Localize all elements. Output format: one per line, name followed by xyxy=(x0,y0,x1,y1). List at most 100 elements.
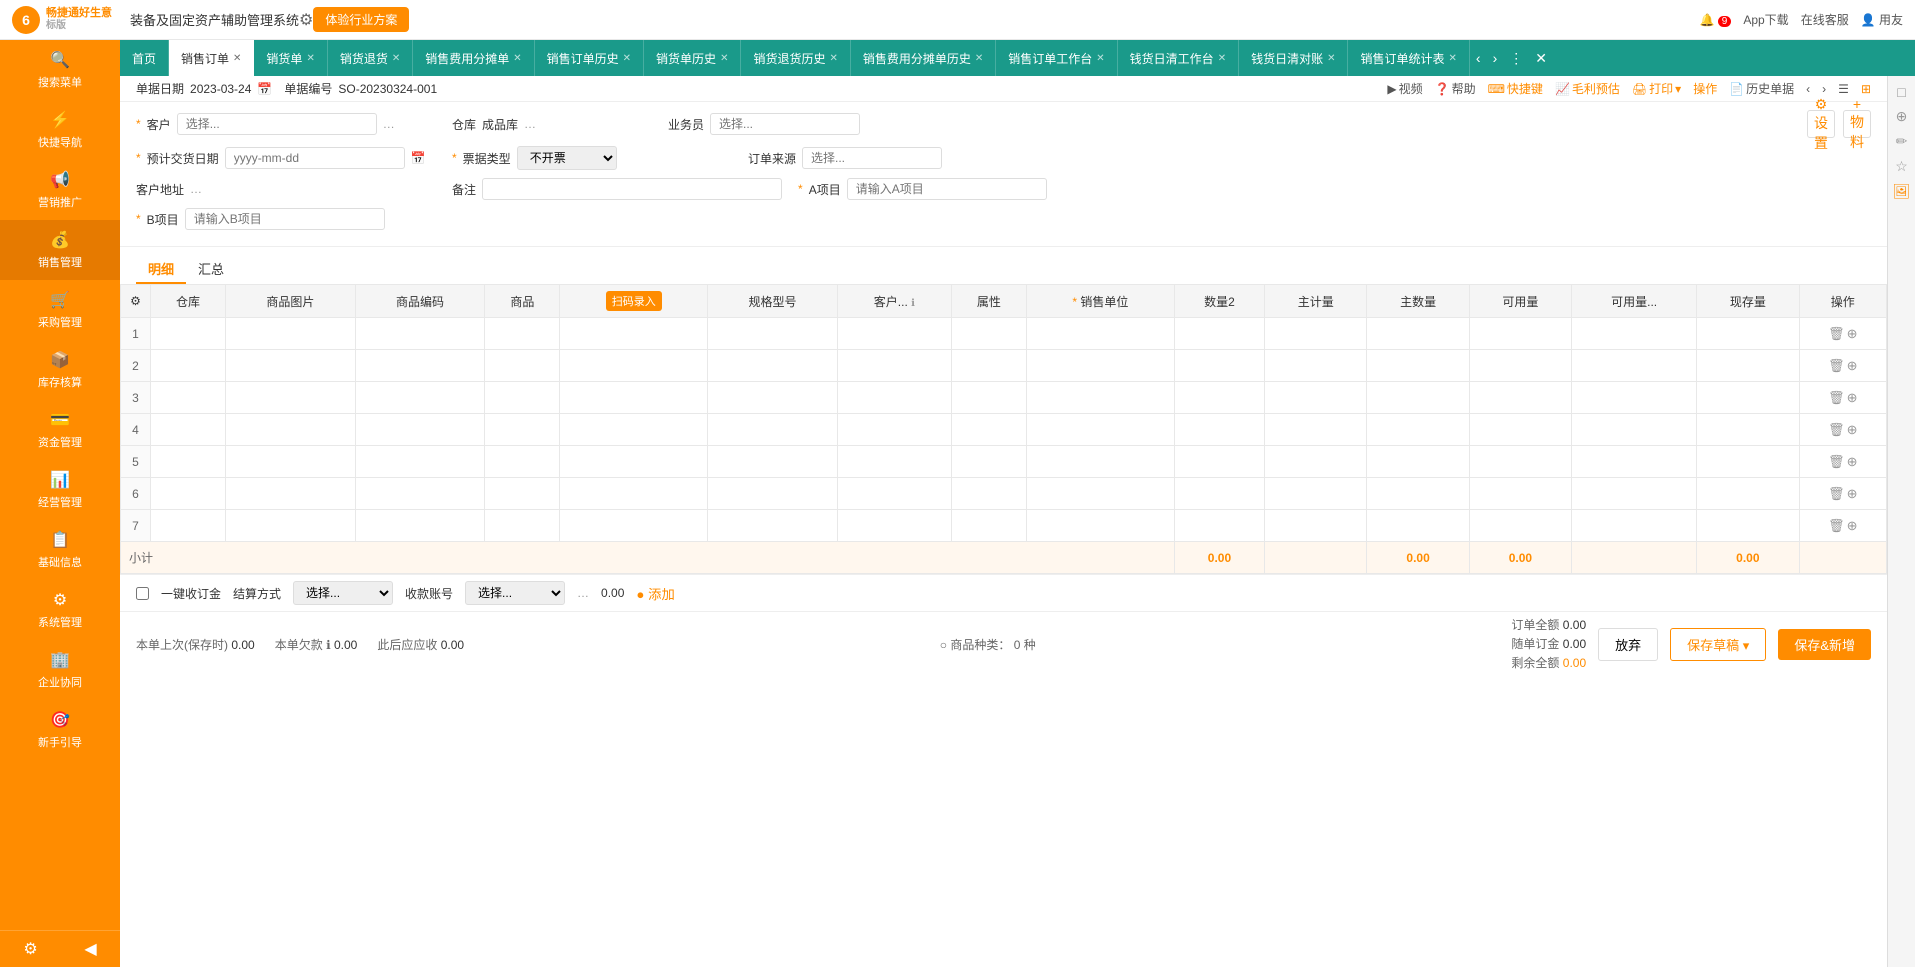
row-copy-btn-5[interactable]: ⊕ xyxy=(1847,454,1858,470)
next-record-btn[interactable]: › xyxy=(1822,82,1826,96)
delivery-input[interactable] xyxy=(225,147,405,169)
row-attr-1[interactable] xyxy=(951,318,1026,350)
panel-icon-1[interactable]: □ xyxy=(1897,84,1905,100)
ops-btn[interactable]: 操作 xyxy=(1693,80,1717,97)
customer-input[interactable] xyxy=(177,113,377,135)
row-copy-btn-1[interactable]: ⊕ xyxy=(1847,326,1858,342)
tab-sales-slip[interactable]: 销货单 ✕ xyxy=(254,40,327,76)
row-copy-btn-4[interactable]: ⊕ xyxy=(1847,422,1858,438)
row-available-1[interactable] xyxy=(1469,318,1571,350)
row-delete-btn-7[interactable]: 🗑 xyxy=(1828,518,1845,534)
sidebar-settings-icon[interactable]: ⚙ xyxy=(23,939,37,959)
col-main-unit[interactable]: 主计量 xyxy=(1265,285,1367,318)
sidebar-item-quick[interactable]: ⚡ 快捷导航 xyxy=(0,100,120,160)
settings-panel-btn[interactable]: ⚙ 设置 xyxy=(1807,110,1835,138)
remark-input[interactable] xyxy=(482,178,782,200)
list-view-btn[interactable]: ☰ xyxy=(1838,82,1849,96)
sidebar-item-enterprise[interactable]: 🏢 企业协同 xyxy=(0,640,120,700)
help-btn[interactable]: ❓ 帮助 xyxy=(1435,80,1476,97)
tab-prev-button[interactable]: ‹ xyxy=(1470,50,1487,66)
row-delete-btn-6[interactable]: 🗑 xyxy=(1828,486,1845,502)
tab-sales-stats[interactable]: 销售订单统计表 ✕ xyxy=(1348,40,1469,76)
form-view-btn[interactable]: ⊞ xyxy=(1861,82,1871,96)
tab-close-icon[interactable]: ✕ xyxy=(392,53,400,64)
tab-sales-history[interactable]: 销售订单历史 ✕ xyxy=(535,40,644,76)
panel-icon-4[interactable]: ☆ xyxy=(1895,158,1908,175)
col-warehouse[interactable]: 仓库 xyxy=(151,285,226,318)
profit-btn[interactable]: 📈 毛利预估 xyxy=(1555,80,1620,97)
tab-more-button[interactable]: ⋮ xyxy=(1503,50,1529,67)
sidebar-item-marketing[interactable]: 📢 营销推广 xyxy=(0,160,120,220)
row-main-unit-1[interactable] xyxy=(1265,318,1367,350)
quick-order-checkbox[interactable] xyxy=(136,587,149,600)
row-main-qty-1[interactable] xyxy=(1367,318,1469,350)
sidebar-item-system[interactable]: ⚙ 系统管理 xyxy=(0,580,120,640)
sidebar-item-operation[interactable]: 📊 经营管理 xyxy=(0,460,120,520)
discard-button[interactable]: 放弃 xyxy=(1598,628,1658,661)
tab-sales-return-history[interactable]: 销货退货历史 ✕ xyxy=(741,40,850,76)
col-qty2[interactable]: 数量2 xyxy=(1174,285,1264,318)
tab-sales-return[interactable]: 销货退货 ✕ xyxy=(328,40,413,76)
row-copy-btn-6[interactable]: ⊕ xyxy=(1847,486,1858,502)
tab-close-icon[interactable]: ✕ xyxy=(720,53,728,64)
order-source-input[interactable] xyxy=(802,147,942,169)
tab-close-icon[interactable]: ✕ xyxy=(975,53,983,64)
invoice-select[interactable]: 不开票 xyxy=(517,146,617,170)
app-download-link[interactable]: App下载 xyxy=(1743,11,1788,28)
sidebar-item-sales[interactable]: 💰 销售管理 xyxy=(0,220,120,280)
tab-close-icon[interactable]: ✕ xyxy=(1327,53,1335,64)
row-delete-btn-2[interactable]: 🗑 xyxy=(1828,358,1845,374)
col-scan[interactable]: 扫码录入 xyxy=(560,285,708,318)
tab-sales-fee-split[interactable]: 销售费用分摊单 ✕ xyxy=(413,40,534,76)
sidebar-item-capital[interactable]: 💳 资金管理 xyxy=(0,400,120,460)
tab-sales-slip-history[interactable]: 销货单历史 ✕ xyxy=(644,40,741,76)
panel-icon-2[interactable]: ⊕ xyxy=(1896,108,1908,125)
prev-record-btn[interactable]: ‹ xyxy=(1806,82,1810,96)
detail-tab-summary[interactable]: 汇总 xyxy=(186,255,236,284)
sidebar-item-purchase[interactable]: 🛒 采购管理 xyxy=(0,280,120,340)
row-warehouse-1[interactable] xyxy=(151,318,226,350)
calendar-icon[interactable]: 📅 xyxy=(257,82,272,96)
tab-sales-order[interactable]: 销售订单 ✕ xyxy=(169,40,254,76)
col-unit[interactable]: * 销售单位 xyxy=(1026,285,1174,318)
col-main-qty[interactable]: 主数量 xyxy=(1367,285,1469,318)
tab-close-icon[interactable]: ✕ xyxy=(1218,53,1226,64)
gear-button[interactable]: ⚙ xyxy=(299,10,313,30)
tab-close-icon[interactable]: ✕ xyxy=(623,53,631,64)
warehouse-more-icon[interactable]: … xyxy=(524,117,536,131)
detail-tab-detail[interactable]: 明细 xyxy=(136,255,186,284)
row-stock-1[interactable] xyxy=(1697,318,1799,350)
tab-close-icon[interactable]: ✕ xyxy=(513,53,521,64)
customer-more-icon[interactable]: … xyxy=(383,117,395,131)
tab-cash-reconcile[interactable]: 钱货日清对账 ✕ xyxy=(1239,40,1348,76)
panel-icon-5[interactable]: 🖼 xyxy=(1893,183,1911,200)
b-project-input[interactable] xyxy=(185,208,385,230)
user-avatar[interactable]: 👤 用友 xyxy=(1861,11,1903,28)
tab-close-all-button[interactable]: ✕ xyxy=(1529,50,1553,67)
print-btn[interactable]: 🖨 打印 ▾ xyxy=(1632,80,1681,97)
account-select[interactable]: 选择... xyxy=(465,581,565,605)
row-unit-1[interactable] xyxy=(1026,318,1174,350)
account-more-icon[interactable]: … xyxy=(577,586,589,600)
salesperson-input[interactable] xyxy=(710,113,860,135)
tab-close-icon[interactable]: ✕ xyxy=(1449,53,1457,64)
industry-solution-button[interactable]: 体验行业方案 xyxy=(313,7,409,32)
add-payment-btn[interactable]: ● 添加 xyxy=(636,584,674,603)
tab-close-icon[interactable]: ✕ xyxy=(306,53,314,64)
sidebar-item-basic[interactable]: 📋 基础信息 xyxy=(0,520,120,580)
row-customer-code-1[interactable] xyxy=(837,318,951,350)
col-available[interactable]: 可用量 xyxy=(1469,285,1571,318)
row-copy-btn-3[interactable]: ⊕ xyxy=(1847,390,1858,406)
tab-sales-fee-history[interactable]: 销售费用分摊单历史 ✕ xyxy=(851,40,996,76)
a-project-input[interactable] xyxy=(847,178,1047,200)
row-copy-btn-7[interactable]: ⊕ xyxy=(1847,518,1858,534)
row-delete-btn-5[interactable]: 🗑 xyxy=(1828,454,1845,470)
sidebar-item-search[interactable]: 🔍 搜索菜单 xyxy=(0,40,120,100)
tab-close-icon[interactable]: ✕ xyxy=(1096,53,1104,64)
online-service-link[interactable]: 在线客服 xyxy=(1801,11,1849,28)
col-code[interactable]: 商品编码 xyxy=(355,285,485,318)
tab-home[interactable]: 首页 xyxy=(120,40,169,76)
col-stock[interactable]: 现存量 xyxy=(1697,285,1799,318)
tab-next-button[interactable]: › xyxy=(1487,50,1504,66)
col-attr[interactable]: 属性 xyxy=(951,285,1026,318)
